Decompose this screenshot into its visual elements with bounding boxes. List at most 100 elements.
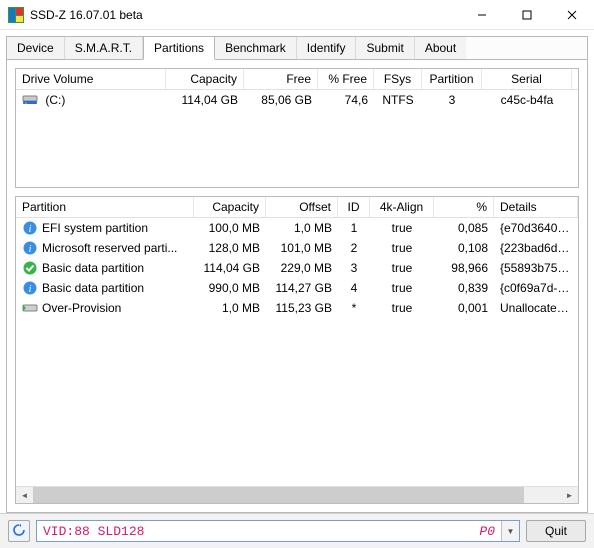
partition-offset: 1,0 MB bbox=[266, 219, 338, 237]
partition-pct: 98,966 bbox=[434, 259, 494, 277]
scroll-thumb[interactable] bbox=[33, 487, 524, 504]
partition-details: {e70d3640-e7a0-4cc0-95 bbox=[494, 219, 578, 237]
refresh-icon bbox=[12, 523, 26, 540]
col-fsys[interactable]: FSys bbox=[374, 69, 422, 89]
volume-capacity: 114,04 GB bbox=[166, 91, 244, 109]
col-pct-free[interactable]: % Free bbox=[318, 69, 374, 89]
svg-text:i: i bbox=[29, 224, 32, 235]
chevron-down-icon[interactable]: ▼ bbox=[501, 521, 519, 541]
partition-id: * bbox=[338, 299, 370, 317]
col-partition[interactable]: Partition bbox=[16, 197, 194, 217]
partition-row[interactable]: Basic data partition114,04 GB229,0 MB3tr… bbox=[16, 258, 578, 278]
partition-name: Basic data partition bbox=[42, 281, 144, 295]
partition-id: 4 bbox=[338, 279, 370, 297]
partition-details: Unallocated space left ov bbox=[494, 299, 578, 317]
partitions-header: Partition Capacity Offset ID 4k-Align % … bbox=[16, 197, 578, 218]
partition-id: 3 bbox=[338, 259, 370, 277]
volume-serial: c45c-b4fa bbox=[482, 91, 572, 109]
drive-icon bbox=[22, 92, 38, 108]
tab-device[interactable]: Device bbox=[7, 37, 65, 59]
partition-align: true bbox=[370, 219, 434, 237]
partition-pct: 0,001 bbox=[434, 299, 494, 317]
col-capacity[interactable]: Capacity bbox=[194, 197, 266, 217]
tab-benchmark[interactable]: Benchmark bbox=[215, 37, 297, 59]
col-free[interactable]: Free bbox=[244, 69, 318, 89]
partition-id: 2 bbox=[338, 239, 370, 257]
quit-label: Quit bbox=[545, 524, 567, 538]
tab-label: Device bbox=[17, 41, 54, 55]
tab-partitions[interactable]: Partitions bbox=[143, 37, 215, 60]
tab-label: Partitions bbox=[154, 41, 204, 55]
col-details[interactable]: Details bbox=[494, 197, 578, 217]
tab-submit[interactable]: Submit bbox=[356, 37, 414, 59]
info-icon: i bbox=[22, 240, 38, 256]
partition-align: true bbox=[370, 279, 434, 297]
volumes-list: Drive Volume Capacity Free % Free FSys P… bbox=[15, 68, 579, 188]
app-icon bbox=[8, 7, 24, 23]
col-id[interactable]: ID bbox=[338, 197, 370, 217]
status-bar: VID:88 SLD128 P0 ▼ Quit bbox=[0, 513, 594, 548]
partition-pct: 0,085 bbox=[434, 219, 494, 237]
refresh-button[interactable] bbox=[8, 520, 30, 542]
partition-capacity: 1,0 MB bbox=[194, 299, 266, 317]
tab-identify[interactable]: Identify bbox=[297, 37, 357, 59]
device-id: VID:88 SLD128 bbox=[43, 524, 144, 539]
partition-capacity: 100,0 MB bbox=[194, 219, 266, 237]
close-button[interactable] bbox=[549, 0, 594, 30]
tab-label: S.M.A.R.T. bbox=[75, 41, 132, 55]
titlebar: SSD-Z 16.07.01 beta bbox=[0, 0, 594, 30]
partition-details: {55893b75-0aa7-42b4-8a bbox=[494, 259, 578, 277]
scroll-right-arrow[interactable]: ► bbox=[561, 487, 578, 504]
partitions-list: Partition Capacity Offset ID 4k-Align % … bbox=[15, 196, 579, 504]
partition-name: EFI system partition bbox=[42, 221, 148, 235]
scroll-track[interactable] bbox=[33, 487, 561, 503]
overprovision-icon bbox=[22, 300, 38, 316]
horizontal-scrollbar[interactable]: ◄ ► bbox=[16, 486, 578, 503]
volume-partition: 3 bbox=[422, 91, 482, 109]
partition-capacity: 128,0 MB bbox=[194, 239, 266, 257]
col-4k-align[interactable]: 4k-Align bbox=[370, 197, 434, 217]
info-icon: i bbox=[22, 280, 38, 296]
partition-name: Over-Provision bbox=[42, 301, 121, 315]
col-drive-volume[interactable]: Drive Volume bbox=[16, 69, 166, 89]
partition-align: true bbox=[370, 239, 434, 257]
partition-align: true bbox=[370, 259, 434, 277]
partition-row[interactable]: iEFI system partition100,0 MB1,0 MB1true… bbox=[16, 218, 578, 238]
tab-smart[interactable]: S.M.A.R.T. bbox=[65, 37, 143, 59]
partition-offset: 101,0 MB bbox=[266, 239, 338, 257]
volumes-header: Drive Volume Capacity Free % Free FSys P… bbox=[16, 69, 578, 90]
partition-details: {223bad6d-1592-4080-90 bbox=[494, 239, 578, 257]
volume-row[interactable]: (C:) 114,04 GB 85,06 GB 74,6 NTFS 3 c45c… bbox=[16, 90, 578, 110]
svg-text:i: i bbox=[29, 244, 32, 255]
tab-strip: Device S.M.A.R.T. Partitions Benchmark I… bbox=[6, 36, 588, 60]
col-capacity[interactable]: Capacity bbox=[166, 69, 244, 89]
scroll-left-arrow[interactable]: ◄ bbox=[16, 487, 33, 504]
tab-about[interactable]: About bbox=[415, 37, 466, 59]
tab-label: Submit bbox=[366, 41, 403, 55]
partition-row[interactable]: Over-Provision1,0 MB115,23 GB*true0,001U… bbox=[16, 298, 578, 318]
col-serial[interactable]: Serial bbox=[482, 69, 572, 89]
tab-panel: Drive Volume Capacity Free % Free FSys P… bbox=[6, 60, 588, 513]
quit-button[interactable]: Quit bbox=[526, 520, 586, 542]
partition-row[interactable]: iMicrosoft reserved parti...128,0 MB101,… bbox=[16, 238, 578, 258]
minimize-button[interactable] bbox=[459, 0, 504, 30]
partition-offset: 115,23 GB bbox=[266, 299, 338, 317]
check-icon bbox=[22, 260, 38, 276]
info-icon: i bbox=[22, 220, 38, 236]
partition-row[interactable]: iBasic data partition990,0 MB114,27 GB4t… bbox=[16, 278, 578, 298]
volume-free: 85,06 GB bbox=[244, 91, 318, 109]
col-pct[interactable]: % bbox=[434, 197, 494, 217]
device-text: VID:88 SLD128 P0 bbox=[37, 524, 501, 539]
partition-capacity: 114,04 GB bbox=[194, 259, 266, 277]
col-partition[interactable]: Partition bbox=[422, 69, 482, 89]
svg-text:i: i bbox=[29, 284, 32, 295]
partition-pct: 0,108 bbox=[434, 239, 494, 257]
col-offset[interactable]: Offset bbox=[266, 197, 338, 217]
maximize-button[interactable] bbox=[504, 0, 549, 30]
window-title: SSD-Z 16.07.01 beta bbox=[30, 8, 459, 22]
partition-offset: 229,0 MB bbox=[266, 259, 338, 277]
device-selector[interactable]: VID:88 SLD128 P0 ▼ bbox=[36, 520, 520, 542]
volume-label: (C:) bbox=[45, 93, 65, 107]
tab-label: Identify bbox=[307, 41, 346, 55]
partition-offset: 114,27 GB bbox=[266, 279, 338, 297]
